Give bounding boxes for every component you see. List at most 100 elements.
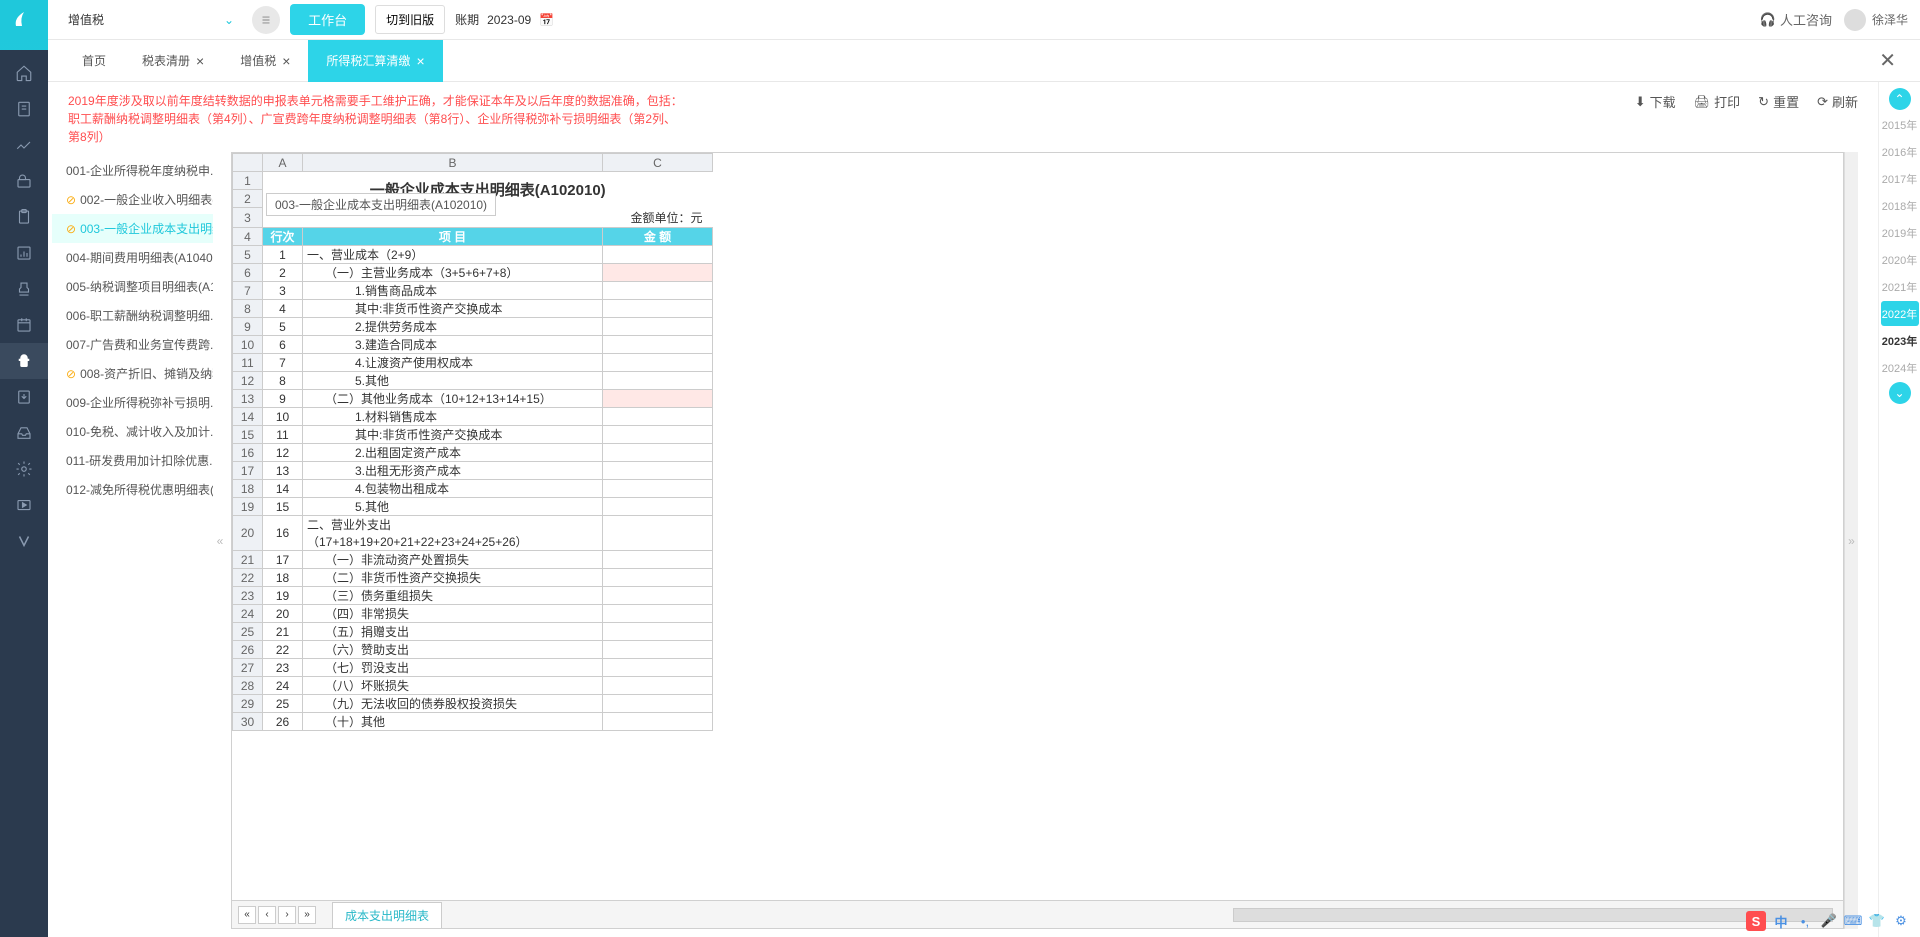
amount-cell[interactable] xyxy=(603,372,713,390)
amount-cell[interactable] xyxy=(603,659,713,677)
ime-punct-icon[interactable]: •, xyxy=(1796,912,1814,930)
row-header[interactable]: 5 xyxy=(233,246,263,264)
amount-cell[interactable] xyxy=(603,390,713,408)
download-action[interactable]: ⬇下载 xyxy=(1635,92,1676,111)
nav-v-icon[interactable] xyxy=(0,523,48,559)
app-logo[interactable] xyxy=(0,0,48,40)
seq-cell[interactable]: 16 xyxy=(263,516,303,551)
row-header[interactable]: 3 xyxy=(233,208,263,228)
amount-cell[interactable] xyxy=(603,246,713,264)
nav-inbox-icon[interactable] xyxy=(0,415,48,451)
col-header-C[interactable]: C xyxy=(603,154,713,172)
corner-cell[interactable] xyxy=(233,154,263,172)
item-cell[interactable]: （三）债务重组损失 xyxy=(303,587,603,605)
item-cell[interactable]: （二）其他业务成本（10+12+13+14+15） xyxy=(303,390,603,408)
tab-3[interactable]: 所得税汇算清缴× xyxy=(308,40,442,82)
item-cell[interactable]: （七）罚没支出 xyxy=(303,659,603,677)
amount-cell[interactable] xyxy=(603,444,713,462)
row-header[interactable]: 1 xyxy=(233,172,263,190)
seq-cell[interactable]: 23 xyxy=(263,659,303,677)
year-down-button[interactable]: ⌄ xyxy=(1889,382,1911,404)
row-header[interactable]: 11 xyxy=(233,354,263,372)
sheet-body[interactable]: ABC1一般企业成本支出明细表(A102010)23金额单位：元4行次项 目金 … xyxy=(232,153,1843,900)
seq-cell[interactable]: 12 xyxy=(263,444,303,462)
reset-action[interactable]: ↻重置 xyxy=(1758,92,1799,111)
close-icon[interactable]: × xyxy=(416,53,424,69)
year-up-button[interactable]: ⌃ xyxy=(1889,88,1911,110)
amount-cell[interactable] xyxy=(603,551,713,569)
row-header[interactable]: 9 xyxy=(233,318,263,336)
item-cell[interactable]: （五）捐赠支出 xyxy=(303,623,603,641)
row-header[interactable]: 19 xyxy=(233,498,263,516)
seq-cell[interactable]: 21 xyxy=(263,623,303,641)
seq-cell[interactable]: 19 xyxy=(263,587,303,605)
form-item-4[interactable]: 005-纳税调整项目明细表(A1... xyxy=(52,272,213,301)
amount-cell[interactable] xyxy=(603,605,713,623)
row-header[interactable]: 20 xyxy=(233,516,263,551)
nav-chart-icon[interactable] xyxy=(0,127,48,163)
expand-handle[interactable]: » xyxy=(1844,152,1858,929)
amount-cell[interactable] xyxy=(603,426,713,444)
seq-cell[interactable]: 8 xyxy=(263,372,303,390)
sheet-nav-last[interactable]: » xyxy=(298,906,316,924)
ime-keyboard-icon[interactable]: ⌨ xyxy=(1844,912,1862,930)
item-cell[interactable]: 一、营业成本（2+9） xyxy=(303,246,603,264)
seq-cell[interactable]: 10 xyxy=(263,408,303,426)
close-icon[interactable]: × xyxy=(196,53,204,69)
nav-video-icon[interactable] xyxy=(0,487,48,523)
row-header[interactable]: 22 xyxy=(233,569,263,587)
seq-cell[interactable]: 3 xyxy=(263,282,303,300)
tab-2[interactable]: 增值税× xyxy=(222,40,308,82)
seq-cell[interactable]: 20 xyxy=(263,605,303,623)
row-header[interactable]: 29 xyxy=(233,695,263,713)
user-menu[interactable]: 徐泽华 xyxy=(1844,9,1908,31)
period-selector[interactable]: 账期 2023-09 📅 xyxy=(455,11,554,28)
item-cell[interactable]: 1.材料销售成本 xyxy=(303,408,603,426)
row-header[interactable]: 28 xyxy=(233,677,263,695)
sheet-nav-next[interactable]: › xyxy=(278,906,296,924)
item-cell[interactable]: （一）主营业务成本（3+5+6+7+8） xyxy=(303,264,603,282)
row-header[interactable]: 26 xyxy=(233,641,263,659)
year-2019年[interactable]: 2019年 xyxy=(1881,220,1919,245)
row-header[interactable]: 21 xyxy=(233,551,263,569)
item-cell[interactable]: （一）非流动资产处置损失 xyxy=(303,551,603,569)
year-2015年[interactable]: 2015年 xyxy=(1881,112,1919,137)
seq-cell[interactable]: 4 xyxy=(263,300,303,318)
amount-cell[interactable] xyxy=(603,713,713,731)
year-2018年[interactable]: 2018年 xyxy=(1881,193,1919,218)
workbench-button[interactable]: 工作台 xyxy=(290,4,365,35)
row-header[interactable]: 27 xyxy=(233,659,263,677)
seq-cell[interactable]: 14 xyxy=(263,480,303,498)
item-cell[interactable]: （八）坏账损失 xyxy=(303,677,603,695)
seq-cell[interactable]: 15 xyxy=(263,498,303,516)
tabs-close-all[interactable]: ✕ xyxy=(1871,48,1904,73)
ime-skin-icon[interactable]: 👕 xyxy=(1868,912,1886,930)
amount-cell[interactable] xyxy=(603,300,713,318)
nav-export-icon[interactable] xyxy=(0,379,48,415)
amount-cell[interactable] xyxy=(603,516,713,551)
amount-cell[interactable] xyxy=(603,462,713,480)
consult-link[interactable]: 🎧 人工咨询 xyxy=(1760,10,1832,29)
switch-old-button[interactable]: 切到旧版 xyxy=(375,5,445,34)
item-cell[interactable]: 其中:非货币性资产交换成本 xyxy=(303,426,603,444)
row-header[interactable]: 13 xyxy=(233,390,263,408)
seq-cell[interactable]: 18 xyxy=(263,569,303,587)
row-header[interactable]: 7 xyxy=(233,282,263,300)
year-2024年[interactable]: 2024年 xyxy=(1881,355,1919,380)
row-header[interactable]: 4 xyxy=(233,228,263,246)
form-item-8[interactable]: 009-企业所得税弥补亏损明... xyxy=(52,388,213,417)
seq-cell[interactable]: 1 xyxy=(263,246,303,264)
amount-cell[interactable] xyxy=(603,569,713,587)
item-cell[interactable]: 5.其他 xyxy=(303,498,603,516)
nav-settings-icon[interactable] xyxy=(0,451,48,487)
sheet-nav-first[interactable]: « xyxy=(238,906,256,924)
ime-logo-icon[interactable]: S xyxy=(1746,911,1766,931)
amount-cell[interactable] xyxy=(603,587,713,605)
row-header[interactable]: 2 xyxy=(233,190,263,208)
row-header[interactable]: 24 xyxy=(233,605,263,623)
close-icon[interactable]: × xyxy=(282,53,290,69)
form-item-9[interactable]: 010-免税、减计收入及加计... xyxy=(52,417,213,446)
list-toggle-button[interactable] xyxy=(252,6,280,34)
amount-cell[interactable] xyxy=(603,623,713,641)
item-cell[interactable]: 1.销售商品成本 xyxy=(303,282,603,300)
